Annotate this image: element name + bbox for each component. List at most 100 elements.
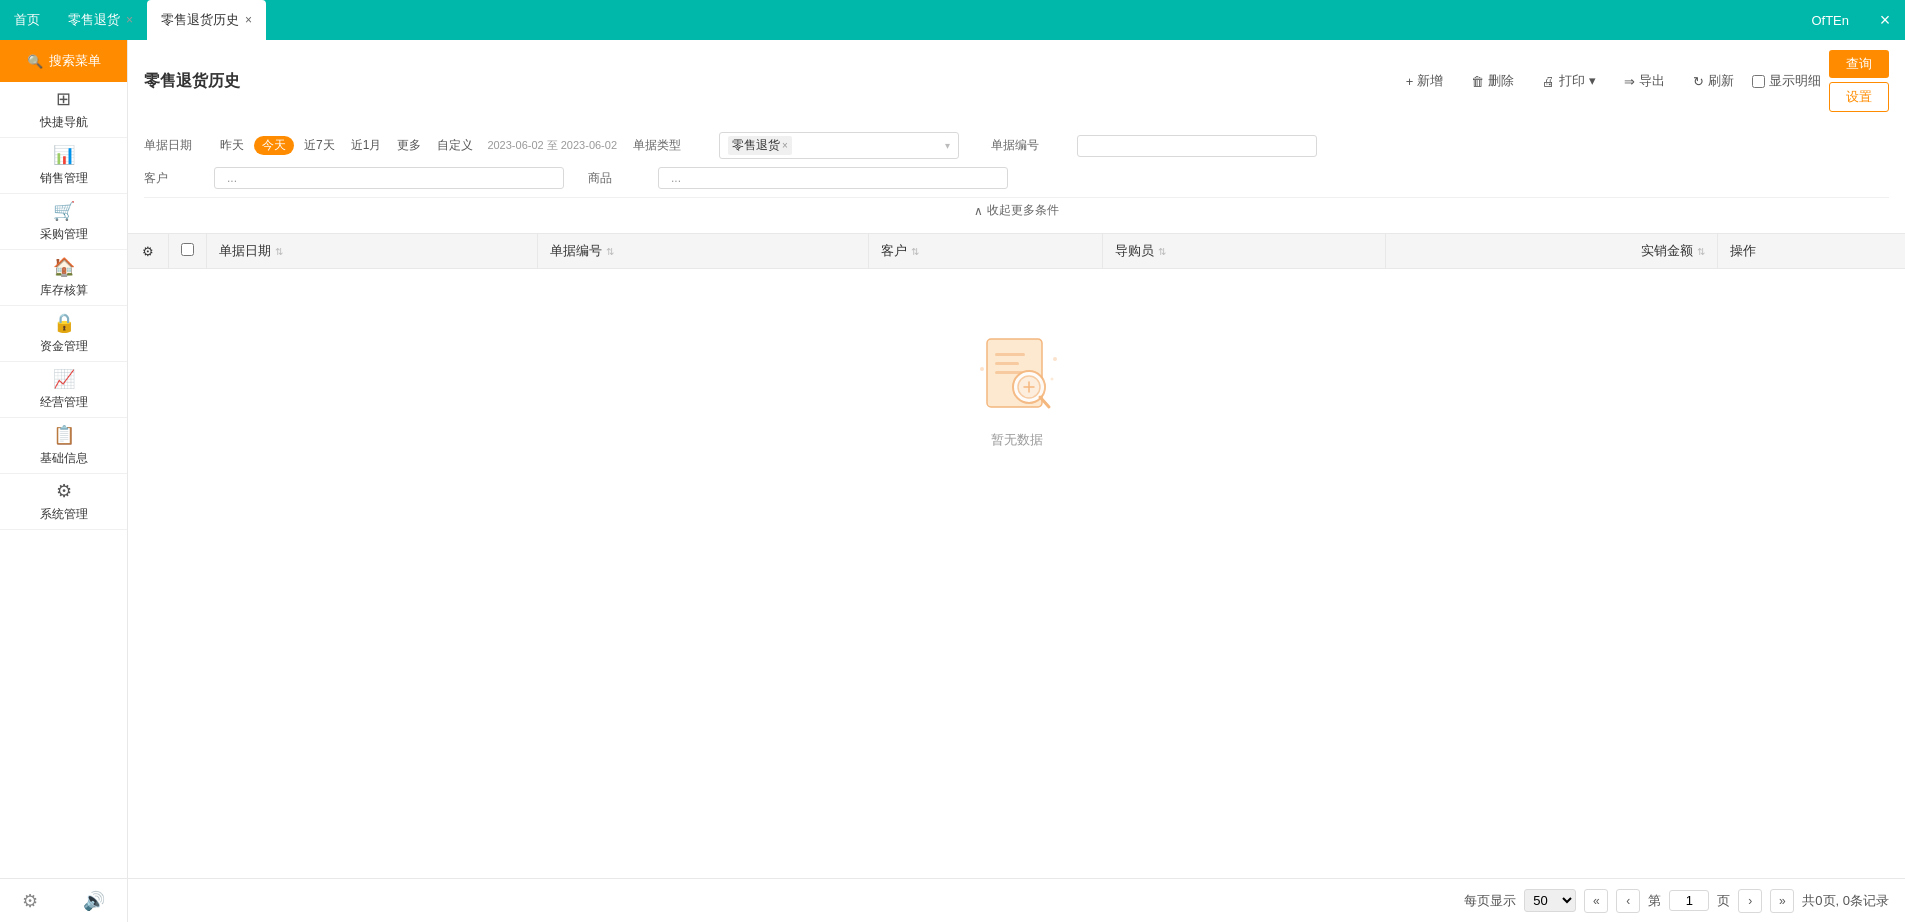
th-doc-num[interactable]: 单据编号 ⇅ <box>537 234 868 269</box>
export-btn[interactable]: ⇒ 导出 <box>1614 68 1675 94</box>
collapse-btn[interactable]: ∧ 收起更多条件 <box>144 197 1889 223</box>
customer-sort-icon: ⇅ <box>911 246 919 257</box>
th-action: 操作 <box>1717 234 1905 269</box>
tab-home[interactable]: 首页 <box>0 0 54 40</box>
page-size-select[interactable]: 50 100 200 <box>1524 889 1576 912</box>
empty-text: 暂无数据 <box>991 431 1043 449</box>
purchase-mgmt-icon: 🛒 <box>53 200 75 222</box>
sidebar-bottom: ⚙ 🔊 <box>0 878 127 922</box>
doc-num-label: 单据编号 <box>991 137 1061 154</box>
search-icon: 🔍 <box>27 54 43 69</box>
th-actual-amount[interactable]: 实销金额 ⇅ <box>1386 234 1717 269</box>
tab-retail-return-history-close[interactable]: × <box>245 13 252 27</box>
page-title: 零售退货历史 <box>144 71 240 92</box>
guide-sort-icon: ⇅ <box>1158 246 1166 257</box>
toolbar: + 新增 🗑 删除 🖨 打印 ▾ ⇒ 导出 <box>1396 50 1889 112</box>
inventory-icon: 🏠 <box>53 256 75 278</box>
table-header-row: ⚙ 单据日期 ⇅ 单据编号 <box>128 234 1905 269</box>
delete-btn[interactable]: 🗑 删除 <box>1461 68 1524 94</box>
query-btn[interactable]: 查询 <box>1829 50 1889 78</box>
add-btn[interactable]: + 新增 <box>1396 68 1454 94</box>
th-customer-label: 客户 <box>881 242 907 260</box>
tab-retail-return-history[interactable]: 零售退货历史 × <box>147 0 266 40</box>
tab-retail-return-close[interactable]: × <box>126 13 133 27</box>
sidebar-item-purchase-mgmt[interactable]: 🛒 采购管理 <box>0 194 127 250</box>
main-layout: 🔍 搜索菜单 ⊞ 快捷导航 📊 销售管理 🛒 采购管理 🏠 库存核算 🔒 资金管… <box>0 40 1905 922</box>
select-all-checkbox[interactable] <box>181 243 194 256</box>
page-label: 第 <box>1648 892 1661 910</box>
content-area: 零售退货历史 + 新增 🗑 删除 🖨 打印 ▾ ⇒ <box>128 40 1905 922</box>
doc-type-tag-remove[interactable]: × <box>782 140 788 151</box>
last7days-btn[interactable]: 近7天 <box>298 136 341 155</box>
add-icon: + <box>1406 74 1414 89</box>
last1month-btn[interactable]: 近1月 <box>345 136 388 155</box>
settings-bottom-btn[interactable]: ⚙ <box>22 890 38 912</box>
sidebar-search[interactable]: 🔍 搜索菜单 <box>0 40 127 82</box>
refresh-btn[interactable]: ↻ 刷新 <box>1683 68 1744 94</box>
filter-row-2: 客户 ... 商品 ... <box>144 167 1889 189</box>
show-detail-input[interactable] <box>1752 75 1765 88</box>
often-text: OfTEn <box>1811 13 1849 28</box>
th-doc-date-label: 单据日期 <box>219 242 271 260</box>
date-range-display: 2023-06-02 至 2023-06-02 <box>487 138 617 153</box>
doc-num-input[interactable] <box>1077 135 1317 157</box>
table-wrapper: ⚙ 单据日期 ⇅ 单据编号 <box>128 234 1905 878</box>
page-header: 零售退货历史 + 新增 🗑 删除 🖨 打印 ▾ ⇒ <box>128 40 1905 234</box>
page-num-input[interactable] <box>1669 890 1709 911</box>
sales-mgmt-icon: 📊 <box>53 144 75 166</box>
filter-section-right: 单据类型 零售退货 × ▾ 单据编号 <box>633 132 1889 159</box>
show-detail-label: 显示明细 <box>1769 72 1821 90</box>
sidebar-item-basic-info[interactable]: 📋 基础信息 <box>0 418 127 474</box>
sidebar-item-finance-mgmt[interactable]: 🔒 资金管理 <box>0 306 127 362</box>
filter-row-1: 单据日期 昨天 今天 近7天 近1月 更多 自定义 2023-06-02 至 2… <box>144 132 1889 159</box>
sidebar-item-basic-info-label: 基础信息 <box>40 450 88 467</box>
settings-btn[interactable]: 设置 <box>1829 82 1889 112</box>
goods-label: 商品 <box>588 170 658 187</box>
collapse-label: 收起更多条件 <box>987 202 1059 219</box>
tab-retail-return-history-label: 零售退货历史 <box>161 11 239 29</box>
print-icon: 🖨 <box>1542 74 1555 89</box>
sidebar-item-quick-nav[interactable]: ⊞ 快捷导航 <box>0 82 127 138</box>
sidebar-search-label: 搜索菜单 <box>49 52 101 70</box>
tab-retail-return[interactable]: 零售退货 × <box>54 0 147 40</box>
th-guide[interactable]: 导购员 ⇅ <box>1103 234 1386 269</box>
th-check[interactable] <box>168 234 206 269</box>
sidebar-item-inventory[interactable]: 🏠 库存核算 <box>0 250 127 306</box>
customer-input[interactable]: ... <box>214 167 564 189</box>
sidebar-item-operations-mgmt-label: 经营管理 <box>40 394 88 411</box>
more-btn[interactable]: 更多 <box>391 136 427 155</box>
doc-type-tag-label: 零售退货 <box>732 137 780 154</box>
date-filter-btns: 昨天 今天 近7天 近1月 更多 自定义 2023-06-02 至 2023-0… <box>214 136 617 155</box>
sidebar-item-sales-mgmt[interactable]: 📊 销售管理 <box>0 138 127 194</box>
sidebar-item-quick-nav-label: 快捷导航 <box>40 114 88 131</box>
page-size-label: 每页显示 <box>1464 892 1516 910</box>
export-btn-label: 导出 <box>1639 72 1665 90</box>
settings-col-icon[interactable]: ⚙ <box>142 244 154 259</box>
volume-bottom-btn[interactable]: 🔊 <box>83 890 105 912</box>
th-settings[interactable]: ⚙ <box>128 234 168 269</box>
first-page-btn[interactable]: « <box>1584 889 1608 913</box>
customer-ellipsis: ... <box>227 171 237 185</box>
last-page-btn[interactable]: » <box>1770 889 1794 913</box>
sidebar: 🔍 搜索菜单 ⊞ 快捷导航 📊 销售管理 🛒 采购管理 🏠 库存核算 🔒 资金管… <box>0 40 128 922</box>
show-detail-checkbox[interactable]: 显示明细 <box>1752 72 1821 90</box>
window-close-btn[interactable]: × <box>1865 0 1905 40</box>
date-label: 单据日期 <box>144 137 214 154</box>
basic-info-icon: 📋 <box>53 424 75 446</box>
doc-type-input[interactable]: 零售退货 × ▾ <box>719 132 959 159</box>
sidebar-item-operations-mgmt[interactable]: 📈 经营管理 <box>0 362 127 418</box>
th-customer[interactable]: 客户 ⇅ <box>868 234 1102 269</box>
yesterday-btn[interactable]: 昨天 <box>214 136 250 155</box>
th-doc-date[interactable]: 单据日期 ⇅ <box>206 234 537 269</box>
doc-num-sort-icon: ⇅ <box>606 246 614 257</box>
print-btn[interactable]: 🖨 打印 ▾ <box>1532 68 1606 94</box>
prev-page-btn[interactable]: ‹ <box>1616 889 1640 913</box>
doc-type-dropdown-arrow: ▾ <box>945 140 950 151</box>
custom-btn[interactable]: 自定义 <box>431 136 479 155</box>
finance-mgmt-icon: 🔒 <box>53 312 75 334</box>
svg-rect-1 <box>995 353 1025 356</box>
next-page-btn[interactable]: › <box>1738 889 1762 913</box>
goods-input[interactable]: ... <box>658 167 1008 189</box>
sidebar-item-system-mgmt[interactable]: ⚙ 系统管理 <box>0 474 127 530</box>
today-btn[interactable]: 今天 <box>254 136 294 155</box>
